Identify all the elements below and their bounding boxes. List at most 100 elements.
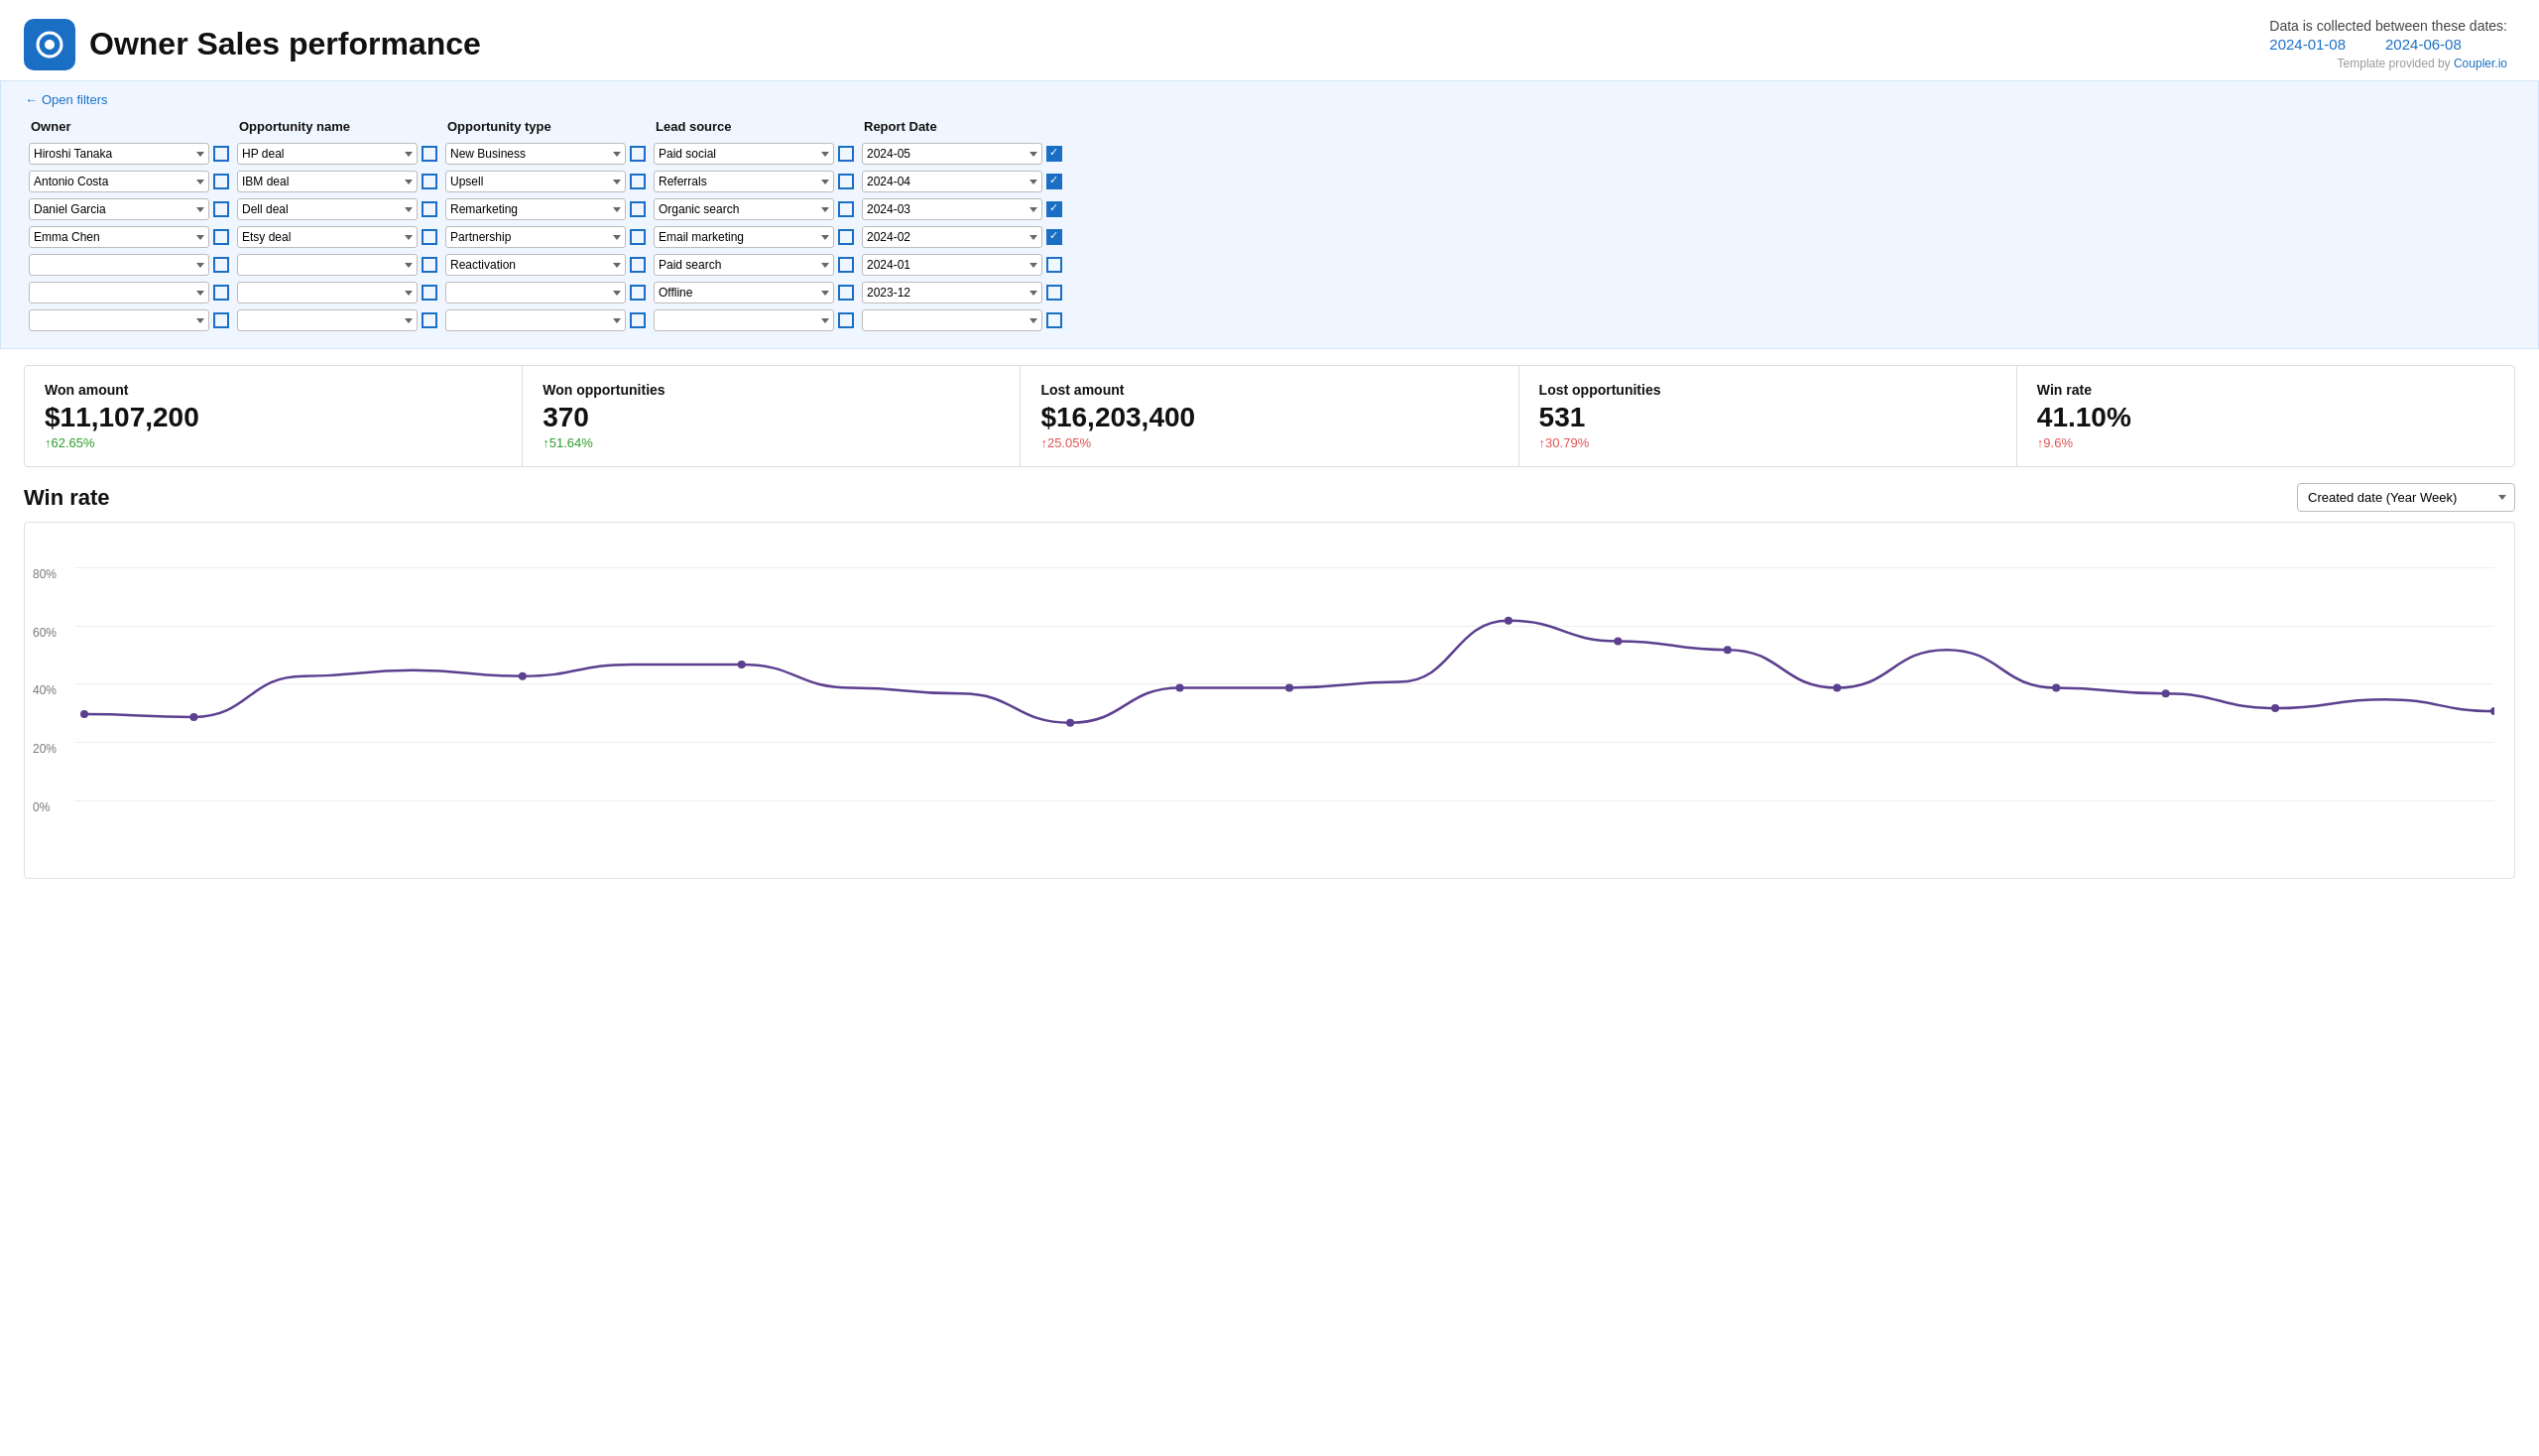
- filter-checkbox[interactable]: [630, 201, 646, 217]
- filter-checkbox[interactable]: [838, 285, 854, 301]
- filter-checkbox[interactable]: [838, 201, 854, 217]
- page-header: Owner Sales performance Data is collecte…: [0, 0, 2539, 80]
- filter-checkbox[interactable]: [1046, 174, 1062, 189]
- filter-select[interactable]: Daniel Garcia: [29, 198, 209, 220]
- filter-checkbox[interactable]: [838, 229, 854, 245]
- filter-select[interactable]: 2024-03: [862, 198, 1042, 220]
- filter-select[interactable]: [237, 282, 418, 303]
- filter-checkbox[interactable]: [213, 201, 229, 217]
- filter-select[interactable]: 2024-01: [862, 254, 1042, 276]
- filter-column: OwnerHiroshi TanakaAntonio CostaDaniel G…: [25, 115, 233, 334]
- filter-row: Upsell: [441, 168, 650, 195]
- filter-row: Hiroshi Tanaka: [25, 140, 233, 168]
- coupler-link[interactable]: Coupler.io: [2454, 57, 2507, 70]
- filter-select[interactable]: Antonio Costa: [29, 171, 209, 192]
- filter-select[interactable]: 2024-05: [862, 143, 1042, 165]
- filter-checkbox[interactable]: [838, 312, 854, 328]
- data-point: [738, 661, 746, 668]
- filter-checkbox[interactable]: [422, 312, 437, 328]
- filter-row: IBM deal: [233, 168, 441, 195]
- filter-select[interactable]: Reactivation: [445, 254, 626, 276]
- filter-row: Organic search: [650, 195, 858, 223]
- date-start[interactable]: 2024-01-08: [2269, 36, 2346, 53]
- filter-select[interactable]: Dell deal: [237, 198, 418, 220]
- filter-checkbox[interactable]: [1046, 285, 1062, 301]
- filter-checkbox[interactable]: [1046, 146, 1062, 162]
- filter-checkbox[interactable]: [630, 285, 646, 301]
- filter-select[interactable]: [654, 309, 834, 331]
- filter-checkbox[interactable]: [213, 174, 229, 189]
- filter-select[interactable]: [237, 254, 418, 276]
- filter-select[interactable]: Etsy deal: [237, 226, 418, 248]
- chart-container: 80%60%40%20%0%: [24, 522, 2515, 879]
- kpi-value: 370: [543, 402, 1000, 433]
- filter-select[interactable]: Upsell: [445, 171, 626, 192]
- filter-checkbox[interactable]: [630, 312, 646, 328]
- filter-checkbox[interactable]: [422, 201, 437, 217]
- filter-checkbox[interactable]: [422, 229, 437, 245]
- filter-checkbox[interactable]: [838, 174, 854, 189]
- filter-col-header: Opportunity type: [441, 115, 650, 140]
- filter-checkbox[interactable]: [630, 146, 646, 162]
- filter-row: Email marketing: [650, 223, 858, 251]
- filter-select[interactable]: New Business: [445, 143, 626, 165]
- filter-grid: OwnerHiroshi TanakaAntonio CostaDaniel G…: [25, 115, 2514, 334]
- filter-select[interactable]: Offline: [654, 282, 834, 303]
- filter-col-header: Lead source: [650, 115, 858, 140]
- filter-select[interactable]: Organic search: [654, 198, 834, 220]
- filter-checkbox[interactable]: [630, 257, 646, 273]
- filter-checkbox[interactable]: [630, 229, 646, 245]
- filter-select[interactable]: 2024-04: [862, 171, 1042, 192]
- filter-select[interactable]: Paid search: [654, 254, 834, 276]
- filter-checkbox[interactable]: [630, 174, 646, 189]
- filter-checkbox[interactable]: [422, 174, 437, 189]
- chart-dropdown[interactable]: Created date (Year Week)Created date (Mo…: [2297, 483, 2515, 512]
- filter-select[interactable]: 2024-02: [862, 226, 1042, 248]
- filter-row: Paid social: [650, 140, 858, 168]
- date-end[interactable]: 2024-06-08: [2385, 36, 2462, 53]
- data-point: [1505, 617, 1512, 625]
- filter-select[interactable]: [445, 282, 626, 303]
- open-filters-button[interactable]: Open filters: [25, 92, 107, 107]
- filter-select[interactable]: Paid social: [654, 143, 834, 165]
- filter-row: HP deal: [233, 140, 441, 168]
- filter-checkbox[interactable]: [422, 146, 437, 162]
- filter-checkbox[interactable]: [1046, 257, 1062, 273]
- filter-checkbox[interactable]: [1046, 229, 1062, 245]
- filter-checkbox[interactable]: [422, 257, 437, 273]
- filter-checkbox[interactable]: [213, 146, 229, 162]
- filter-checkbox[interactable]: [213, 257, 229, 273]
- filter-select[interactable]: [29, 282, 209, 303]
- template-credit: Template provided by Coupler.io: [2269, 57, 2507, 70]
- filter-select[interactable]: Emma Chen: [29, 226, 209, 248]
- filter-checkbox[interactable]: [838, 257, 854, 273]
- filter-select[interactable]: Hiroshi Tanaka: [29, 143, 209, 165]
- kpi-card: Win rate41.10%9.6%: [2017, 366, 2514, 466]
- filter-checkbox[interactable]: [1046, 201, 1062, 217]
- filter-row: 2024-03: [858, 195, 1066, 223]
- filter-select[interactable]: [237, 309, 418, 331]
- filter-select[interactable]: 2023-12: [862, 282, 1042, 303]
- filter-select[interactable]: IBM deal: [237, 171, 418, 192]
- filter-select[interactable]: Referrals: [654, 171, 834, 192]
- kpi-title: Lost amount: [1040, 382, 1498, 398]
- kpi-value: $16,203,400: [1040, 402, 1498, 433]
- filter-column: Opportunity type New Business Upsell Remark…: [441, 115, 650, 334]
- filter-select[interactable]: Email marketing: [654, 226, 834, 248]
- kpi-value: 41.10%: [2037, 402, 2494, 433]
- filter-column: Opportunity nameHP dealIBM dealDell deal…: [233, 115, 441, 334]
- filter-select[interactable]: [862, 309, 1042, 331]
- filter-checkbox[interactable]: [422, 285, 437, 301]
- filter-select[interactable]: Partnership: [445, 226, 626, 248]
- filter-checkbox[interactable]: [213, 312, 229, 328]
- filter-checkbox[interactable]: [838, 146, 854, 162]
- filter-select[interactable]: HP deal: [237, 143, 418, 165]
- filter-select[interactable]: [29, 309, 209, 331]
- filter-checkbox[interactable]: [1046, 312, 1062, 328]
- date-label: Data is collected between these dates:: [2269, 18, 2507, 34]
- filter-checkbox[interactable]: [213, 285, 229, 301]
- filter-select[interactable]: [445, 309, 626, 331]
- filter-select[interactable]: Remarketing: [445, 198, 626, 220]
- filter-checkbox[interactable]: [213, 229, 229, 245]
- filter-select[interactable]: [29, 254, 209, 276]
